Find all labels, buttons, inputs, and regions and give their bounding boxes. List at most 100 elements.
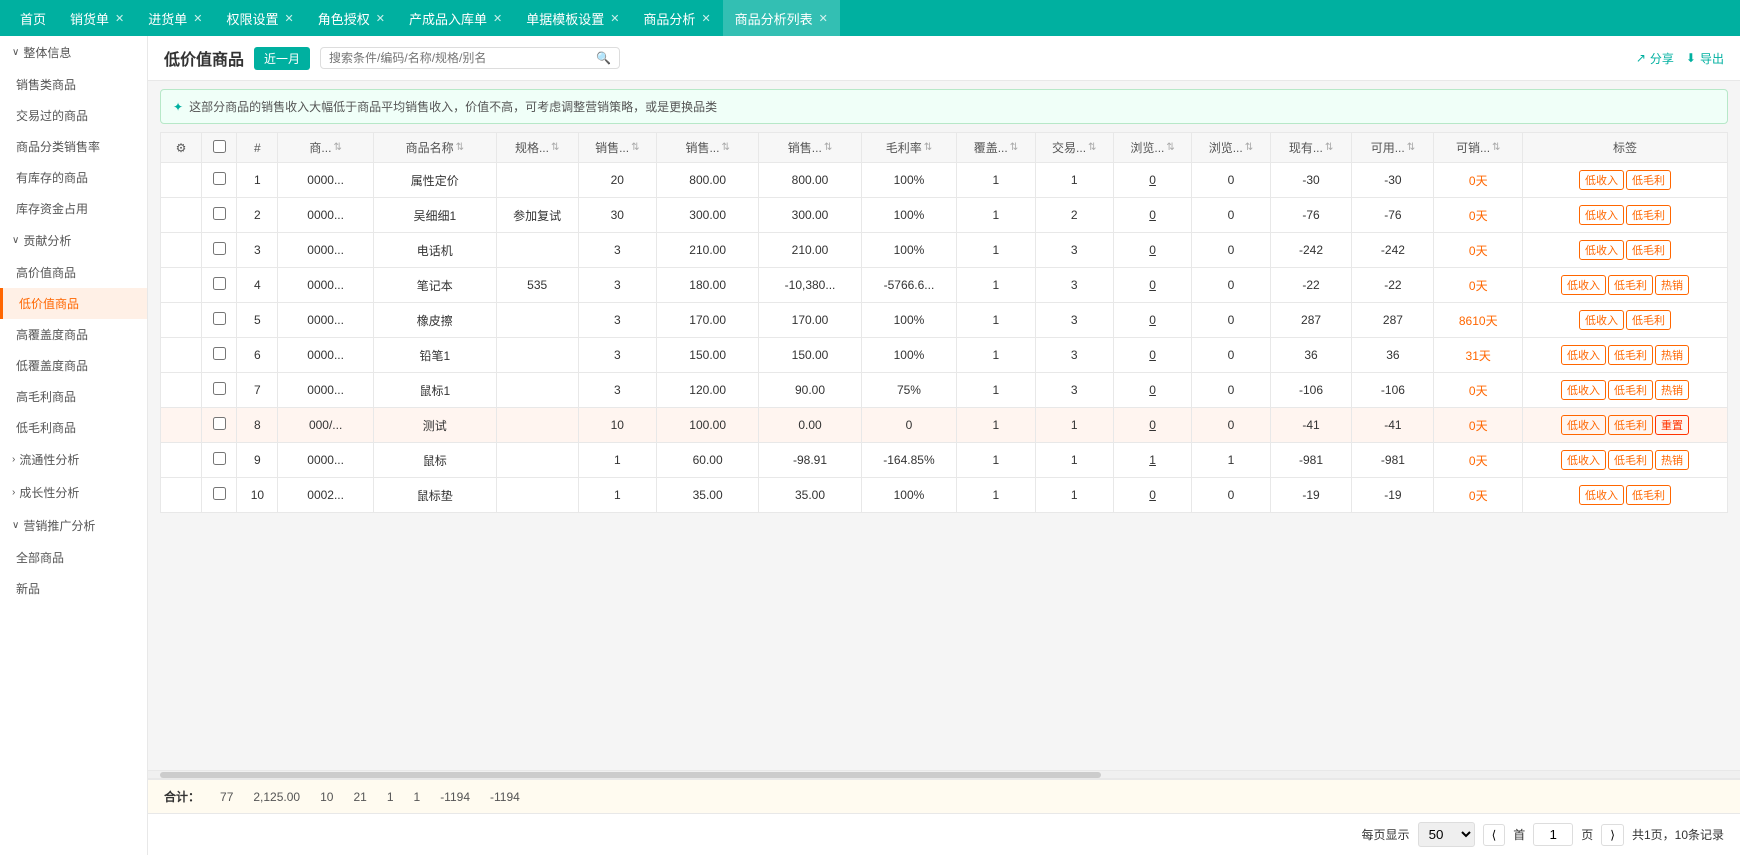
trade-cell: 2 (1035, 198, 1113, 233)
row-checkbox[interactable] (213, 207, 226, 220)
first-page-button[interactable]: ⟨ (1483, 824, 1506, 846)
browse-link[interactable]: 0 (1149, 313, 1156, 327)
browse-link[interactable]: 0 (1149, 208, 1156, 222)
page-size-select[interactable]: 50 100 (1418, 822, 1475, 847)
sort-icon[interactable]: ⇅ (721, 142, 729, 153)
sort-icon[interactable]: ⇅ (333, 142, 341, 153)
sidebar-item-high-coverage[interactable]: 高覆盖度商品 (0, 319, 147, 350)
sort-icon[interactable]: ⇅ (824, 142, 832, 153)
filter-recent-month-button[interactable]: 近一月 (254, 47, 310, 70)
row-checkbox[interactable] (213, 172, 226, 185)
checkbox-cell[interactable] (201, 303, 236, 338)
search-input[interactable] (329, 51, 592, 65)
checkbox-cell[interactable] (201, 198, 236, 233)
nav-role-auth[interactable]: 角色授权 ✕ (306, 0, 397, 36)
sidebar-item-low-margin[interactable]: 低毛利商品 (0, 412, 147, 443)
sidebar-group-growth[interactable]: › 成长性分析 (0, 476, 147, 509)
row-checkbox[interactable] (213, 452, 226, 465)
sort-icon[interactable]: ⇅ (924, 142, 932, 153)
sort-icon[interactable]: ⇅ (1010, 142, 1018, 153)
browse-link[interactable]: 0 (1149, 418, 1156, 432)
col-checkbox-all[interactable] (201, 133, 236, 163)
sort-icon[interactable]: ⇅ (1325, 142, 1333, 153)
row-checkbox[interactable] (213, 417, 226, 430)
sidebar-item-low-value[interactable]: 低价值商品 (0, 288, 147, 319)
sidebar-item-low-coverage[interactable]: 低覆盖度商品 (0, 350, 147, 381)
sidebar-item-high-margin[interactable]: 高毛利商品 (0, 381, 147, 412)
sidebar-item-sales-goods[interactable]: 销售类商品 (0, 69, 147, 100)
close-icon[interactable]: ✕ (493, 12, 502, 25)
search-icon[interactable]: 🔍 (596, 51, 611, 65)
close-icon[interactable]: ✕ (376, 12, 385, 25)
gross-margin-cell: 100% (861, 303, 957, 338)
sidebar-group-marketing[interactable]: ∨ 营销推广分析 (0, 509, 147, 542)
sort-icon[interactable]: ⇅ (1407, 142, 1415, 153)
sidebar-item-in-stock-goods[interactable]: 有库存的商品 (0, 162, 147, 193)
sidebar-item-high-value[interactable]: 高价值商品 (0, 257, 147, 288)
checkbox-cell[interactable] (201, 163, 236, 198)
sidebar-group-circulation[interactable]: › 流通性分析 (0, 443, 147, 476)
sidebar-item-category-rate[interactable]: 商品分类销售率 (0, 131, 147, 162)
sidebar-item-stock-capital[interactable]: 库存资金占用 (0, 193, 147, 224)
browse-link[interactable]: 0 (1149, 383, 1156, 397)
close-icon[interactable]: ✕ (115, 12, 124, 25)
row-checkbox[interactable] (213, 347, 226, 360)
row-checkbox[interactable] (213, 277, 226, 290)
sales-cost-cell: -10,380... (759, 268, 861, 303)
checkbox-cell[interactable] (201, 373, 236, 408)
share-button[interactable]: ↗ 分享 (1636, 50, 1674, 67)
checkbox-cell[interactable] (201, 268, 236, 303)
nav-product-inbound[interactable]: 产成品入库单 ✕ (397, 0, 514, 36)
sort-icon[interactable]: ⇅ (1245, 142, 1253, 153)
nav-template-settings[interactable]: 单据模板设置 ✕ (514, 0, 631, 36)
checkbox-cell[interactable] (201, 478, 236, 513)
sort-icon[interactable]: ⇅ (1088, 142, 1096, 153)
select-all-checkbox[interactable] (213, 140, 226, 153)
export-button[interactable]: ⬇ 导出 (1686, 50, 1724, 67)
col-settings[interactable]: ⚙ (161, 133, 202, 163)
browse-link[interactable]: 0 (1149, 278, 1156, 292)
nav-purchase-order[interactable]: 进货单 ✕ (136, 0, 214, 36)
nav-permissions[interactable]: 权限设置 ✕ (214, 0, 305, 36)
sidebar-group-overview[interactable]: ∨ 整体信息 (0, 36, 147, 69)
sort-icon[interactable]: ⇅ (456, 142, 464, 153)
browse-link[interactable]: 0 (1149, 348, 1156, 362)
close-icon[interactable]: ✕ (285, 12, 294, 25)
sidebar-item-new-goods[interactable]: 新品 (0, 573, 147, 604)
browse-link[interactable]: 0 (1149, 173, 1156, 187)
current-stock-cell: -76 (1270, 198, 1352, 233)
page-number-input[interactable] (1533, 823, 1573, 846)
checkbox-cell[interactable] (201, 408, 236, 443)
next-page-button[interactable]: ⟩ (1601, 824, 1624, 846)
sort-icon[interactable]: ⇅ (631, 142, 639, 153)
close-icon[interactable]: ✕ (819, 12, 828, 25)
available-cell: -76 (1352, 198, 1434, 233)
checkbox-cell[interactable] (201, 443, 236, 478)
horizontal-scrollbar[interactable] (148, 770, 1740, 778)
browse-link[interactable]: 0 (1149, 243, 1156, 257)
browse-link[interactable]: 1 (1149, 453, 1156, 467)
row-checkbox[interactable] (213, 382, 226, 395)
checkbox-cell[interactable] (201, 233, 236, 268)
nav-home[interactable]: 首页 (8, 0, 58, 36)
table-row: 4 0000... 笔记本 535 3 180.00 -10,380... -5… (161, 268, 1728, 303)
code-cell: 0000... (278, 268, 374, 303)
row-checkbox[interactable] (213, 487, 226, 500)
browse-link[interactable]: 0 (1149, 488, 1156, 502)
row-checkbox[interactable] (213, 312, 226, 325)
settings-icon[interactable]: ⚙ (176, 141, 187, 155)
sort-icon[interactable]: ⇅ (551, 142, 559, 153)
nav-product-analysis-list[interactable]: 商品分析列表 ✕ (723, 0, 840, 36)
nav-product-analysis[interactable]: 商品分析 ✕ (631, 0, 722, 36)
nav-sales-order[interactable]: 销货单 ✕ (58, 0, 136, 36)
sort-icon[interactable]: ⇅ (1492, 142, 1500, 153)
close-icon[interactable]: ✕ (193, 12, 202, 25)
sidebar-item-all-goods[interactable]: 全部商品 (0, 542, 147, 573)
checkbox-cell[interactable] (201, 338, 236, 373)
close-icon[interactable]: ✕ (610, 12, 619, 25)
sidebar-group-contribution[interactable]: ∨ 贡献分析 (0, 224, 147, 257)
close-icon[interactable]: ✕ (701, 12, 710, 25)
sidebar-item-traded-goods[interactable]: 交易过的商品 (0, 100, 147, 131)
row-checkbox[interactable] (213, 242, 226, 255)
sort-icon[interactable]: ⇅ (1166, 142, 1174, 153)
